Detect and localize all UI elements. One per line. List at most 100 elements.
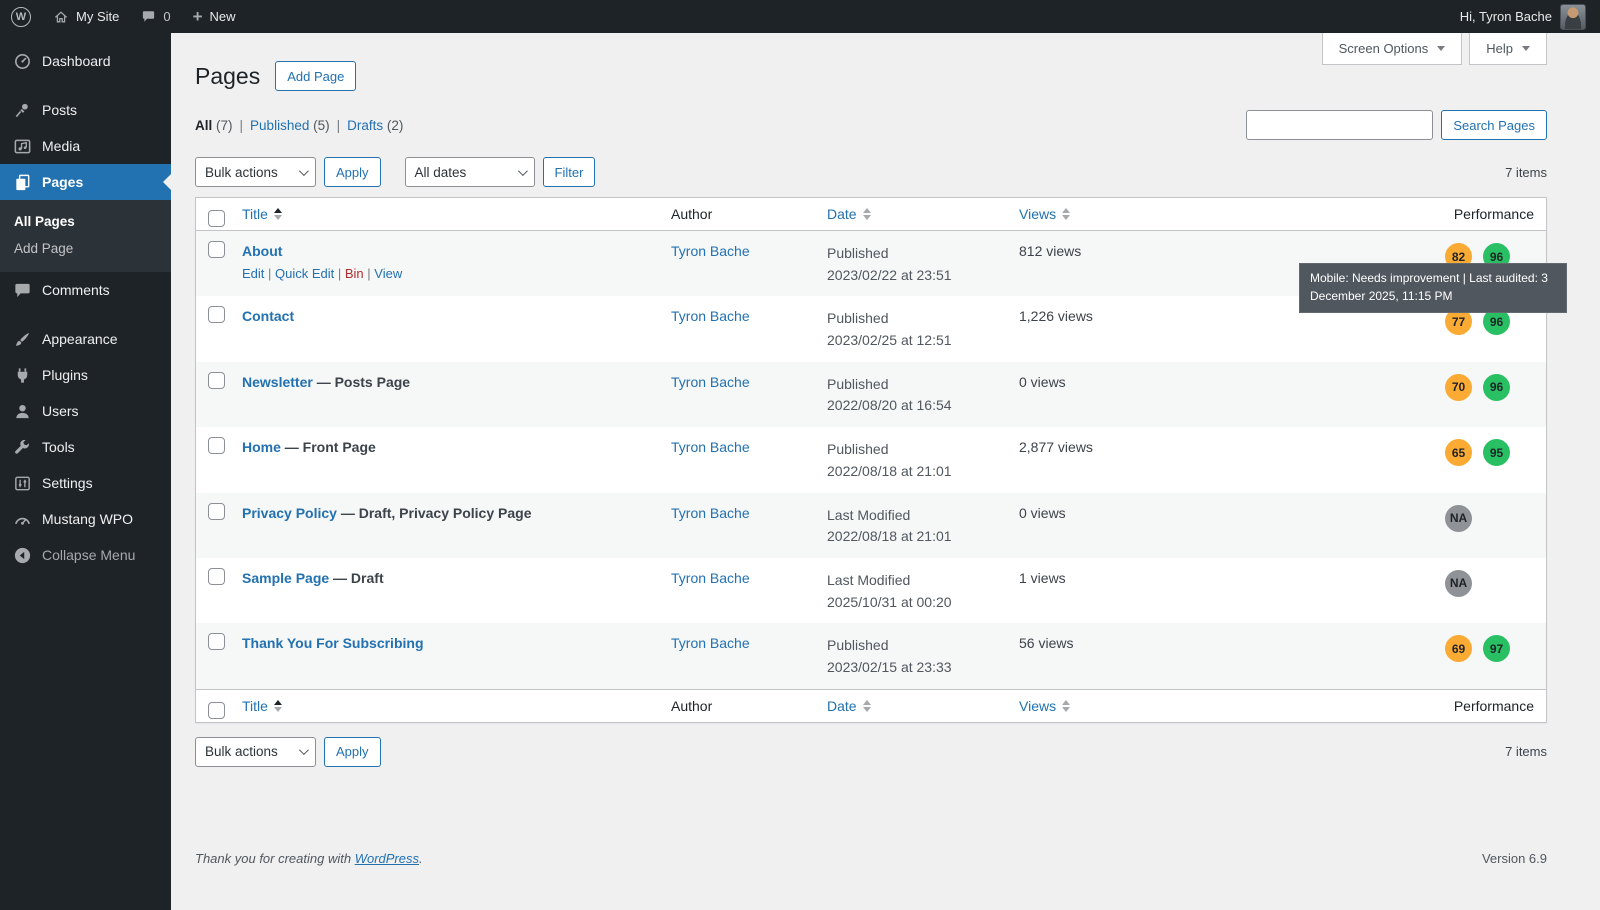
sidebar-item-add-page[interactable]: Add Page bbox=[0, 235, 171, 262]
mobile-score-badge[interactable]: 69 bbox=[1445, 635, 1472, 663]
table-footer: Title Author Date Views Performance bbox=[196, 688, 1546, 722]
bottom-toolbar: Bulk actions Apply 7 items bbox=[195, 736, 1547, 767]
filter-all[interactable]: All (7) bbox=[195, 118, 233, 133]
apply-button[interactable]: Apply bbox=[324, 736, 381, 767]
filter-drafts[interactable]: Drafts (2) bbox=[347, 118, 403, 133]
page-title-link[interactable]: Privacy Policy bbox=[242, 505, 337, 521]
page-title-link[interactable]: Sample Page bbox=[242, 570, 329, 586]
page-title-link[interactable]: Home bbox=[242, 439, 281, 455]
row-action-quick-edit[interactable]: Quick Edit bbox=[275, 266, 334, 281]
performance-badges: 70 96 bbox=[1445, 373, 1536, 401]
sidebar-item-settings[interactable]: Settings bbox=[0, 465, 171, 501]
sidebar-item-tools[interactable]: Tools bbox=[0, 429, 171, 465]
bulk-actions-select[interactable]: Bulk actions bbox=[195, 157, 316, 187]
row-checkbox[interactable] bbox=[208, 567, 225, 585]
select-all-checkbox[interactable] bbox=[208, 701, 225, 719]
main-content: Screen Options Help Pages Add Page All (… bbox=[171, 33, 1600, 910]
search-pages-button[interactable]: Search Pages bbox=[1441, 110, 1547, 140]
column-header-date[interactable]: Date bbox=[817, 688, 1009, 722]
table-row: Newsletter — Posts Page Tyron Bache Publis… bbox=[196, 361, 1546, 428]
row-action-view[interactable]: View bbox=[374, 266, 402, 281]
help-button[interactable]: Help bbox=[1469, 33, 1547, 65]
page-title-link[interactable]: About bbox=[242, 243, 282, 259]
add-page-button[interactable]: Add Page bbox=[275, 61, 357, 91]
page-title-link[interactable]: Thank You For Subscribing bbox=[242, 635, 424, 651]
column-header-title[interactable]: Title bbox=[232, 198, 661, 231]
comments-shortcut[interactable]: 0 bbox=[130, 0, 181, 33]
admin-menu: Dashboard Posts Media Pages All Pages Ad… bbox=[0, 43, 171, 573]
new-content-menu[interactable]: + New bbox=[182, 0, 247, 33]
filter-published[interactable]: Published (5) bbox=[250, 118, 330, 133]
desktop-score-badge[interactable]: 97 bbox=[1483, 635, 1510, 663]
column-header-views[interactable]: Views bbox=[1009, 688, 1239, 722]
row-checkbox[interactable] bbox=[208, 502, 225, 520]
sidebar-item-dashboard[interactable]: Dashboard bbox=[0, 43, 171, 79]
date-value: 2022/08/20 at 16:54 bbox=[827, 397, 952, 414]
account-menu[interactable]: Hi, Tyron Bache bbox=[1460, 3, 1600, 30]
mobile-score-badge[interactable]: 70 bbox=[1445, 373, 1472, 401]
wordpress-link[interactable]: WordPress bbox=[355, 851, 419, 866]
sidebar-item-comments[interactable]: Comments bbox=[0, 272, 171, 308]
author-link[interactable]: Tyron Bache bbox=[671, 439, 750, 455]
desktop-score-badge[interactable]: 96 bbox=[1483, 373, 1510, 401]
sort-indicator-icon bbox=[1062, 699, 1071, 712]
column-header-views[interactable]: Views bbox=[1009, 198, 1239, 231]
row-performance-cell: 70 96 bbox=[1239, 362, 1546, 427]
row-checkbox[interactable] bbox=[208, 633, 225, 651]
collapse-menu-button[interactable]: Collapse Menu bbox=[0, 537, 171, 573]
row-checkbox[interactable] bbox=[208, 306, 225, 324]
my-site-link[interactable]: My Site bbox=[42, 0, 130, 33]
comments-count: 0 bbox=[163, 9, 171, 24]
media-icon bbox=[12, 136, 32, 156]
sidebar-item-plugins[interactable]: Plugins bbox=[0, 357, 171, 393]
wordpress-menu[interactable]: W bbox=[0, 0, 42, 33]
row-checkbox[interactable] bbox=[208, 371, 225, 389]
desktop-score-badge[interactable]: 95 bbox=[1483, 439, 1510, 467]
row-title-cell: Sample Page — Draft bbox=[232, 558, 661, 623]
mobile-score-badge[interactable]: 65 bbox=[1445, 439, 1472, 467]
subsets-row: All (7) | Published (5) | Drafts (2) Sea… bbox=[195, 110, 1547, 140]
author-link[interactable]: Tyron Bache bbox=[671, 243, 750, 259]
author-link[interactable]: Tyron Bache bbox=[671, 505, 750, 521]
author-link[interactable]: Tyron Bache bbox=[671, 374, 750, 390]
row-author-cell: Tyron Bache bbox=[661, 558, 817, 623]
row-date-cell: Published 2023/02/22 at 23:51 bbox=[817, 231, 1009, 296]
apply-button[interactable]: Apply bbox=[324, 157, 381, 187]
sidebar-item-pages[interactable]: Pages bbox=[0, 164, 171, 200]
performance-na-badge[interactable]: NA bbox=[1445, 569, 1472, 597]
dates-filter-select[interactable]: All dates bbox=[404, 157, 535, 187]
sidebar-item-media[interactable]: Media bbox=[0, 128, 171, 164]
author-link[interactable]: Tyron Bache bbox=[671, 308, 750, 324]
screen-options-button[interactable]: Screen Options bbox=[1321, 33, 1463, 65]
performance-na-badge[interactable]: NA bbox=[1445, 504, 1472, 532]
column-header-title[interactable]: Title bbox=[232, 688, 661, 722]
search-input[interactable] bbox=[1246, 110, 1434, 140]
top-toolbar: Bulk actions Apply All dates Filter 7 it… bbox=[195, 157, 1547, 187]
pages-icon bbox=[12, 172, 32, 192]
sidebar-item-mustang-wpo[interactable]: Mustang WPO bbox=[0, 501, 171, 537]
admin-footer: Thank you for creating with WordPress. V… bbox=[195, 851, 1547, 890]
date-status: Published bbox=[827, 245, 889, 261]
row-checkbox[interactable] bbox=[208, 437, 225, 455]
page-title-link[interactable]: Contact bbox=[242, 308, 294, 324]
author-link[interactable]: Tyron Bache bbox=[671, 570, 750, 586]
column-header-performance: Performance bbox=[1239, 198, 1546, 231]
sidebar-item-users[interactable]: Users bbox=[0, 393, 171, 429]
row-date-cell: Published 2023/02/25 at 12:51 bbox=[817, 296, 1009, 361]
row-action-edit[interactable]: Edit bbox=[242, 266, 264, 281]
author-link[interactable]: Tyron Bache bbox=[671, 635, 750, 651]
column-header-date[interactable]: Date bbox=[817, 198, 1009, 231]
sidebar-item-posts[interactable]: Posts bbox=[0, 92, 171, 128]
bulk-actions-select[interactable]: Bulk actions bbox=[195, 736, 316, 767]
filter-button[interactable]: Filter bbox=[542, 157, 596, 187]
row-views-cell: 0 views bbox=[1019, 504, 1066, 521]
sidebar-item-appearance[interactable]: Appearance bbox=[0, 321, 171, 357]
row-views-cell: 0 views bbox=[1019, 373, 1066, 390]
page-title-link[interactable]: Newsletter bbox=[242, 374, 313, 390]
select-all-checkbox[interactable] bbox=[208, 210, 225, 227]
sidebar-item-all-pages[interactable]: All Pages bbox=[0, 208, 171, 235]
row-checkbox[interactable] bbox=[208, 241, 225, 258]
row-action-bin[interactable]: Bin bbox=[345, 266, 364, 281]
row-actions: Edit | Quick Edit | Bin | View bbox=[242, 266, 403, 281]
version-label: Version 6.9 bbox=[1481, 850, 1547, 866]
